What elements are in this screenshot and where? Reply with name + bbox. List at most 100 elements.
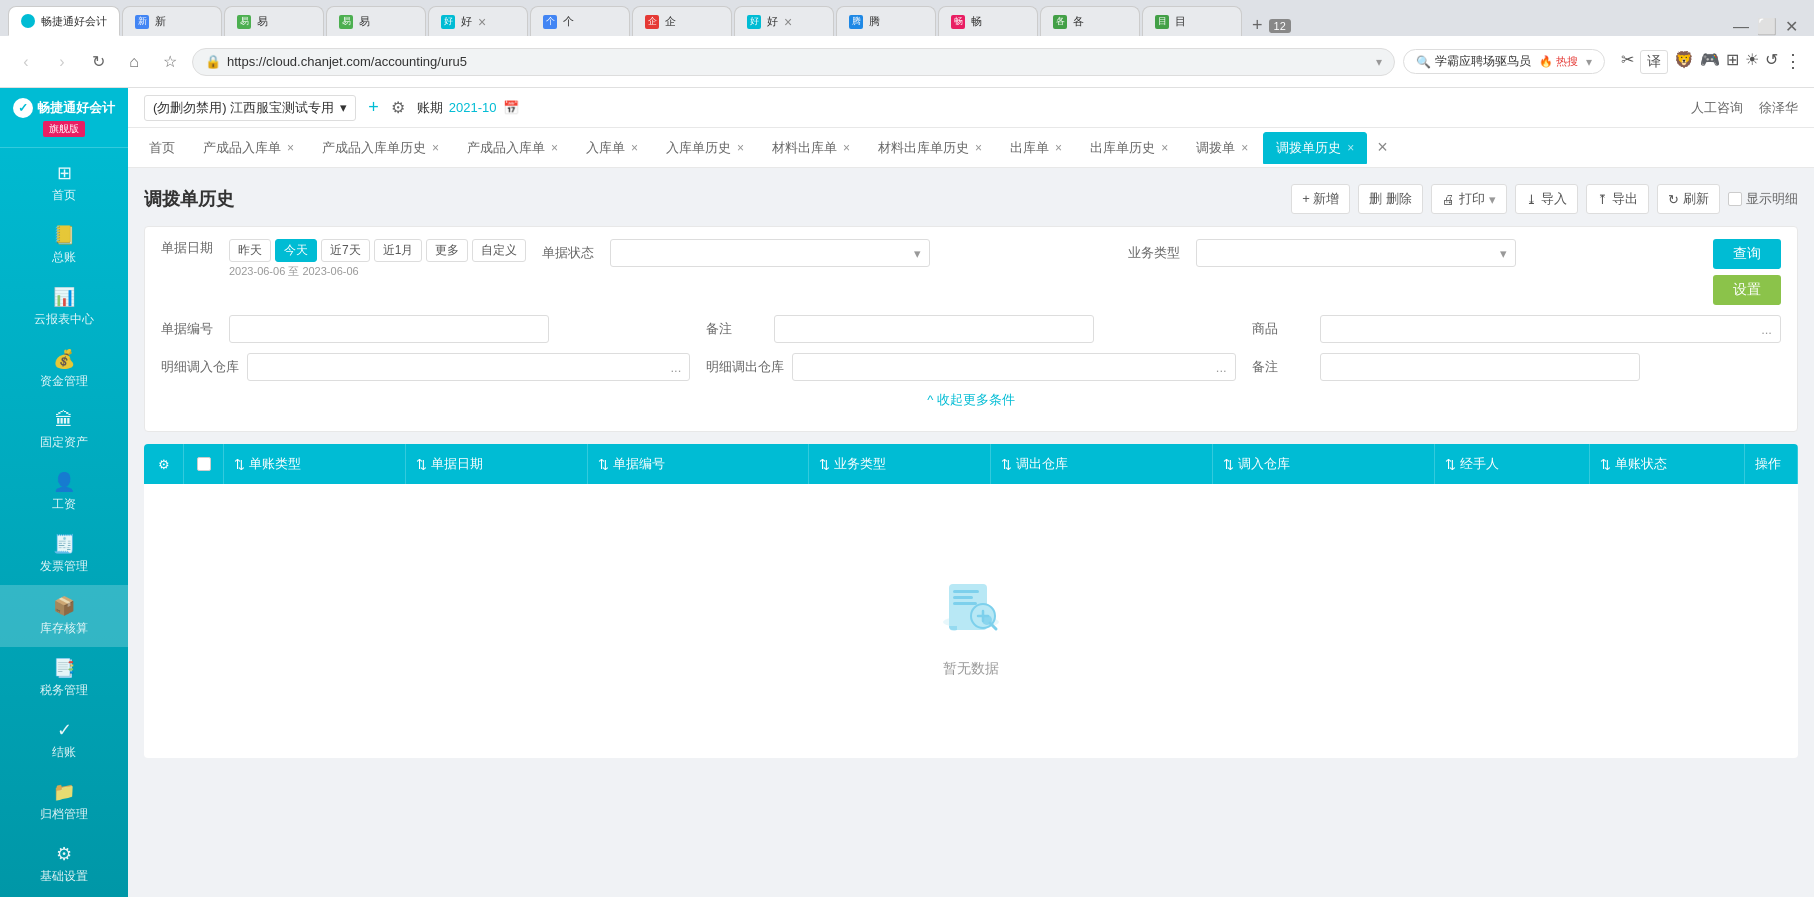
7days-button[interactable]: 近7天: [321, 239, 370, 262]
query-button[interactable]: 查询: [1713, 239, 1781, 269]
print-dropdown[interactable]: ▾: [1489, 192, 1496, 207]
th-num[interactable]: ⇅ 单据编号: [588, 444, 810, 484]
page-tab-home[interactable]: 首页: [136, 132, 188, 164]
th-date[interactable]: ⇅ 单据日期: [406, 444, 588, 484]
goods-selector[interactable]: ...: [1320, 315, 1781, 343]
page-tab-transfer-history-close[interactable]: ×: [1347, 141, 1354, 155]
sidebar-item-report[interactable]: 📊 云报表中心: [0, 276, 128, 338]
browser-close-button[interactable]: ✕: [1785, 17, 1798, 36]
user-name[interactable]: 徐泽华: [1759, 99, 1798, 117]
scissors-icon[interactable]: ✂: [1621, 50, 1634, 74]
browser-minimize-button[interactable]: —: [1733, 18, 1749, 36]
detail-out-selector[interactable]: ...: [792, 353, 1235, 381]
select-all-checkbox[interactable]: [197, 457, 211, 471]
service-link[interactable]: 人工咨询: [1691, 99, 1743, 117]
sidebar-item-archive[interactable]: 📁 归档管理: [0, 771, 128, 833]
page-tab-product-in-history[interactable]: 产成品入库单历史 ×: [309, 132, 452, 164]
delete-button[interactable]: 删 删除: [1358, 184, 1423, 214]
undo-icon[interactable]: ↺: [1765, 50, 1778, 74]
browser-tab-close-4[interactable]: ×: [478, 14, 486, 30]
page-tab-in-history[interactable]: 入库单历史 ×: [653, 132, 757, 164]
address-bar-dropdown[interactable]: ▾: [1376, 55, 1382, 69]
th-status[interactable]: ⇅ 单账状态: [1590, 444, 1745, 484]
page-tab-out-history[interactable]: 出库单历史 ×: [1077, 132, 1181, 164]
refresh-button[interactable]: ↻: [84, 48, 112, 76]
home-button[interactable]: ⌂: [120, 48, 148, 76]
page-tab-out-order[interactable]: 出库单 ×: [997, 132, 1075, 164]
browser-tab-active[interactable]: 畅捷通好会计: [8, 6, 120, 36]
search-dropdown[interactable]: ▾: [1586, 55, 1592, 69]
page-tab-in-order[interactable]: 入库单 ×: [573, 132, 651, 164]
docnum-input[interactable]: [229, 315, 549, 343]
th-type[interactable]: ⇅ 单账类型: [224, 444, 406, 484]
sidebar-item-tax[interactable]: 📑 税务管理: [0, 647, 128, 709]
page-tab-product-in-close[interactable]: ×: [287, 141, 294, 155]
add-company-button[interactable]: +: [368, 97, 379, 118]
calendar-icon[interactable]: 📅: [503, 100, 519, 115]
custom-date-button[interactable]: 自定义: [472, 239, 526, 262]
grid-icon[interactable]: ⊞: [1726, 50, 1739, 74]
browser-tab-9[interactable]: 畅 畅: [938, 6, 1038, 36]
th-in[interactable]: ⇅ 调入仓库: [1213, 444, 1435, 484]
th-checkbox[interactable]: [184, 444, 224, 484]
sidebar-item-invoice[interactable]: 🧾 发票管理: [0, 523, 128, 585]
1month-button[interactable]: 近1月: [374, 239, 423, 262]
back-button[interactable]: ‹: [12, 48, 40, 76]
collapse-button[interactable]: ^ 收起更多条件: [927, 391, 1015, 409]
detail-in-selector[interactable]: ...: [247, 353, 690, 381]
page-tab-material-out[interactable]: 材料出库单 ×: [759, 132, 863, 164]
menu-icon[interactable]: ⋮: [1784, 50, 1802, 74]
import-button[interactable]: ⤓ 导入: [1515, 184, 1578, 214]
biztype-select[interactable]: ▾: [1196, 239, 1516, 267]
browser-tab-10[interactable]: 各 各: [1040, 6, 1140, 36]
filter-settings-button[interactable]: 设置: [1713, 275, 1781, 305]
browser-tab-11[interactable]: 目 目: [1142, 6, 1242, 36]
browser-tab-6[interactable]: 企 企: [632, 6, 732, 36]
page-tab-transfer[interactable]: 调拨单 ×: [1183, 132, 1261, 164]
gamepad-icon[interactable]: 🎮: [1700, 50, 1720, 74]
page-tab-product-in2[interactable]: 产成品入库单 ×: [454, 132, 571, 164]
page-tab-in-order-close[interactable]: ×: [631, 141, 638, 155]
show-all-toggle[interactable]: 显示明细: [1728, 190, 1798, 208]
settings-gear-icon[interactable]: ⚙: [391, 98, 405, 117]
close-all-tabs-button[interactable]: ×: [1377, 137, 1388, 158]
page-tab-product-in-history-close[interactable]: ×: [432, 141, 439, 155]
page-tab-product-in[interactable]: 产成品入库单 ×: [190, 132, 307, 164]
brightness-icon[interactable]: ☀: [1745, 50, 1759, 74]
sidebar-item-settings[interactable]: ⚙ 基础设置: [0, 833, 128, 895]
browser-tab-1[interactable]: 新 新: [122, 6, 222, 36]
print-button[interactable]: 🖨 打印 ▾: [1431, 184, 1507, 214]
period-value[interactable]: 2021-10: [449, 100, 497, 115]
page-tab-material-out-close[interactable]: ×: [843, 141, 850, 155]
detail-remark-input[interactable]: [1320, 353, 1640, 381]
browser-tab-7[interactable]: 好 好 ×: [734, 6, 834, 36]
sidebar-item-home[interactable]: ⊞ 首页: [0, 152, 128, 214]
yesterday-button[interactable]: 昨天: [229, 239, 271, 262]
th-out[interactable]: ⇅ 调出仓库: [991, 444, 1213, 484]
browser-tab-3[interactable]: 易 易: [326, 6, 426, 36]
today-button[interactable]: 今天: [275, 239, 317, 262]
page-tab-product-in2-close[interactable]: ×: [551, 141, 558, 155]
browser-restore-button[interactable]: ⬜: [1757, 17, 1777, 36]
new-button[interactable]: + 新增: [1291, 184, 1350, 214]
translate-icon[interactable]: 译: [1640, 50, 1668, 74]
browser-tab-2[interactable]: 易 易: [224, 6, 324, 36]
forward-button[interactable]: ›: [48, 48, 76, 76]
new-tab-button[interactable]: +: [1252, 15, 1263, 36]
page-tab-out-history-close[interactable]: ×: [1161, 141, 1168, 155]
page-tab-material-out-history-close[interactable]: ×: [975, 141, 982, 155]
refresh-table-button[interactable]: ↻ 刷新: [1657, 184, 1720, 214]
browser-tab-close-7[interactable]: ×: [784, 14, 792, 30]
sidebar-item-fixed[interactable]: 🏛 固定资产: [0, 400, 128, 461]
browser-tab-5[interactable]: 个 个: [530, 6, 630, 36]
company-selector[interactable]: (勿删勿禁用) 江西服宝测试专用 ▾: [144, 95, 356, 121]
sidebar-item-ledger[interactable]: 📒 总账: [0, 214, 128, 276]
page-tab-transfer-close[interactable]: ×: [1241, 141, 1248, 155]
status-select[interactable]: ▾: [610, 239, 930, 267]
more-date-button[interactable]: 更多: [426, 239, 468, 262]
th-biztype[interactable]: ⇅ 业务类型: [809, 444, 991, 484]
sidebar-item-capital[interactable]: 💰 资金管理: [0, 338, 128, 400]
browser-tab-4[interactable]: 好 好 ×: [428, 6, 528, 36]
page-tab-transfer-history[interactable]: 调拨单历史 ×: [1263, 132, 1367, 164]
th-settings[interactable]: ⚙: [144, 444, 184, 484]
